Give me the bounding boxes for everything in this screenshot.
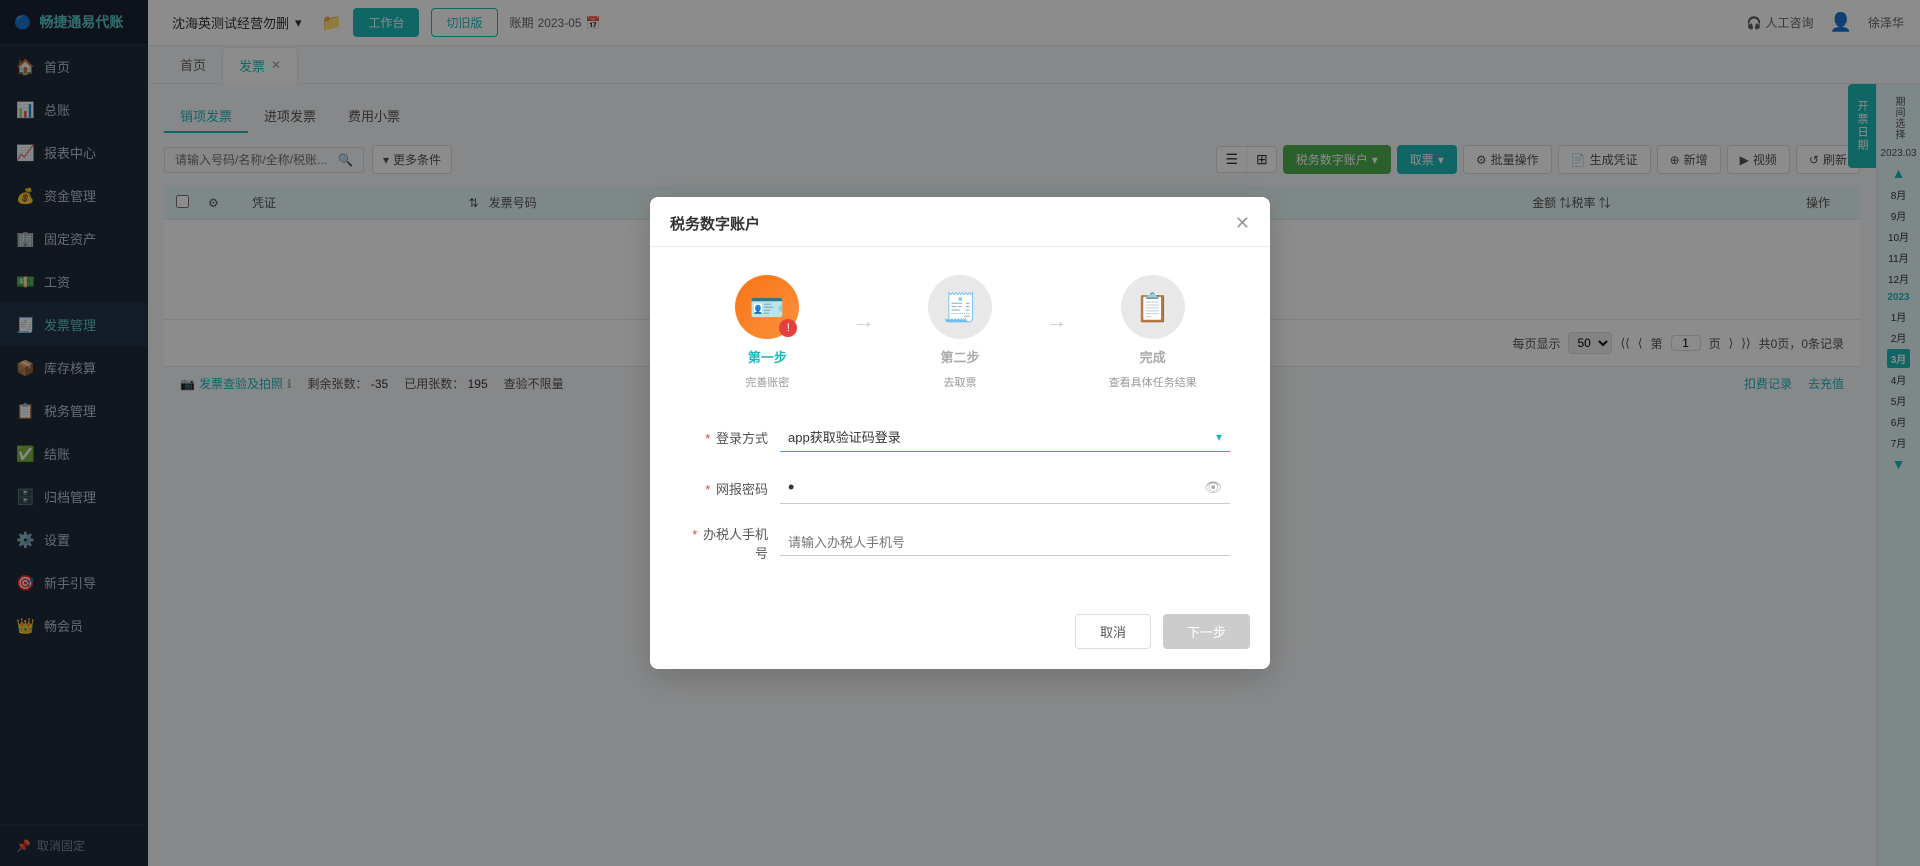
password-eye-icon[interactable]: 👁	[1204, 479, 1222, 496]
step-arrow-1: →	[853, 308, 875, 358]
step-1-person-icon: 🪪	[750, 291, 785, 324]
modal-header: 税务数字账户 ✕	[650, 197, 1270, 247]
step-2-receipt-icon: 🧾	[943, 291, 978, 324]
select-arrow-icon: ▾	[1216, 430, 1222, 444]
step-2-label: 第二步	[941, 347, 980, 366]
modal-overlay: 税务数字账户 ✕ 🪪 ! 第一步 完善账密 →	[0, 0, 1920, 866]
step-3: 📋 完成 查看具体任务结果	[1075, 275, 1230, 390]
password-field[interactable]: • 👁	[780, 472, 1230, 504]
modal-body: 🪪 ! 第一步 完善账密 → 🧾 第二步 去取票 →	[650, 247, 1270, 602]
login-method-row: * 登录方式 app获取验证码登录 ▾	[690, 422, 1230, 452]
next-button[interactable]: 下一步	[1163, 614, 1250, 649]
tax-account-modal: 税务数字账户 ✕ 🪪 ! 第一步 完善账密 →	[650, 197, 1270, 669]
modal-close-button[interactable]: ✕	[1235, 213, 1250, 234]
phone-input[interactable]	[788, 535, 1222, 550]
step-3-sub: 查看具体任务结果	[1109, 374, 1197, 390]
step-1-sub: 完善账密	[745, 374, 789, 390]
step-2: 🧾 第二步 去取票	[883, 275, 1038, 390]
modal-footer: 取消 下一步	[650, 602, 1270, 669]
step-1-icon: 🪪 !	[735, 275, 799, 339]
login-method-select[interactable]: app获取验证码登录 ▾	[780, 422, 1230, 452]
steps-indicator: 🪪 ! 第一步 完善账密 → 🧾 第二步 去取票 →	[690, 275, 1230, 390]
step-3-clipboard-icon: 📋	[1135, 291, 1170, 324]
modal-title: 税务数字账户	[670, 213, 760, 234]
step-1: 🪪 ! 第一步 完善账密	[690, 275, 845, 390]
step-1-label: 第一步	[748, 347, 787, 366]
phone-label: * 办税人手机号	[690, 524, 780, 562]
step-1-badge: !	[779, 319, 797, 337]
step-3-icon: 📋	[1121, 275, 1185, 339]
phone-field[interactable]	[780, 530, 1230, 556]
step-2-icon: 🧾	[928, 275, 992, 339]
password-label: * 网报密码	[690, 479, 780, 498]
cancel-button[interactable]: 取消	[1075, 614, 1151, 649]
password-dot: •	[788, 477, 796, 498]
step-2-sub: 去取票	[944, 374, 977, 390]
login-method-label: * 登录方式	[690, 428, 780, 447]
phone-row: * 办税人手机号	[690, 524, 1230, 562]
password-row: * 网报密码 • 👁	[690, 472, 1230, 504]
login-method-value: app获取验证码登录	[788, 427, 901, 446]
step-arrow-2: →	[1045, 308, 1067, 358]
step-3-label: 完成	[1140, 347, 1166, 366]
